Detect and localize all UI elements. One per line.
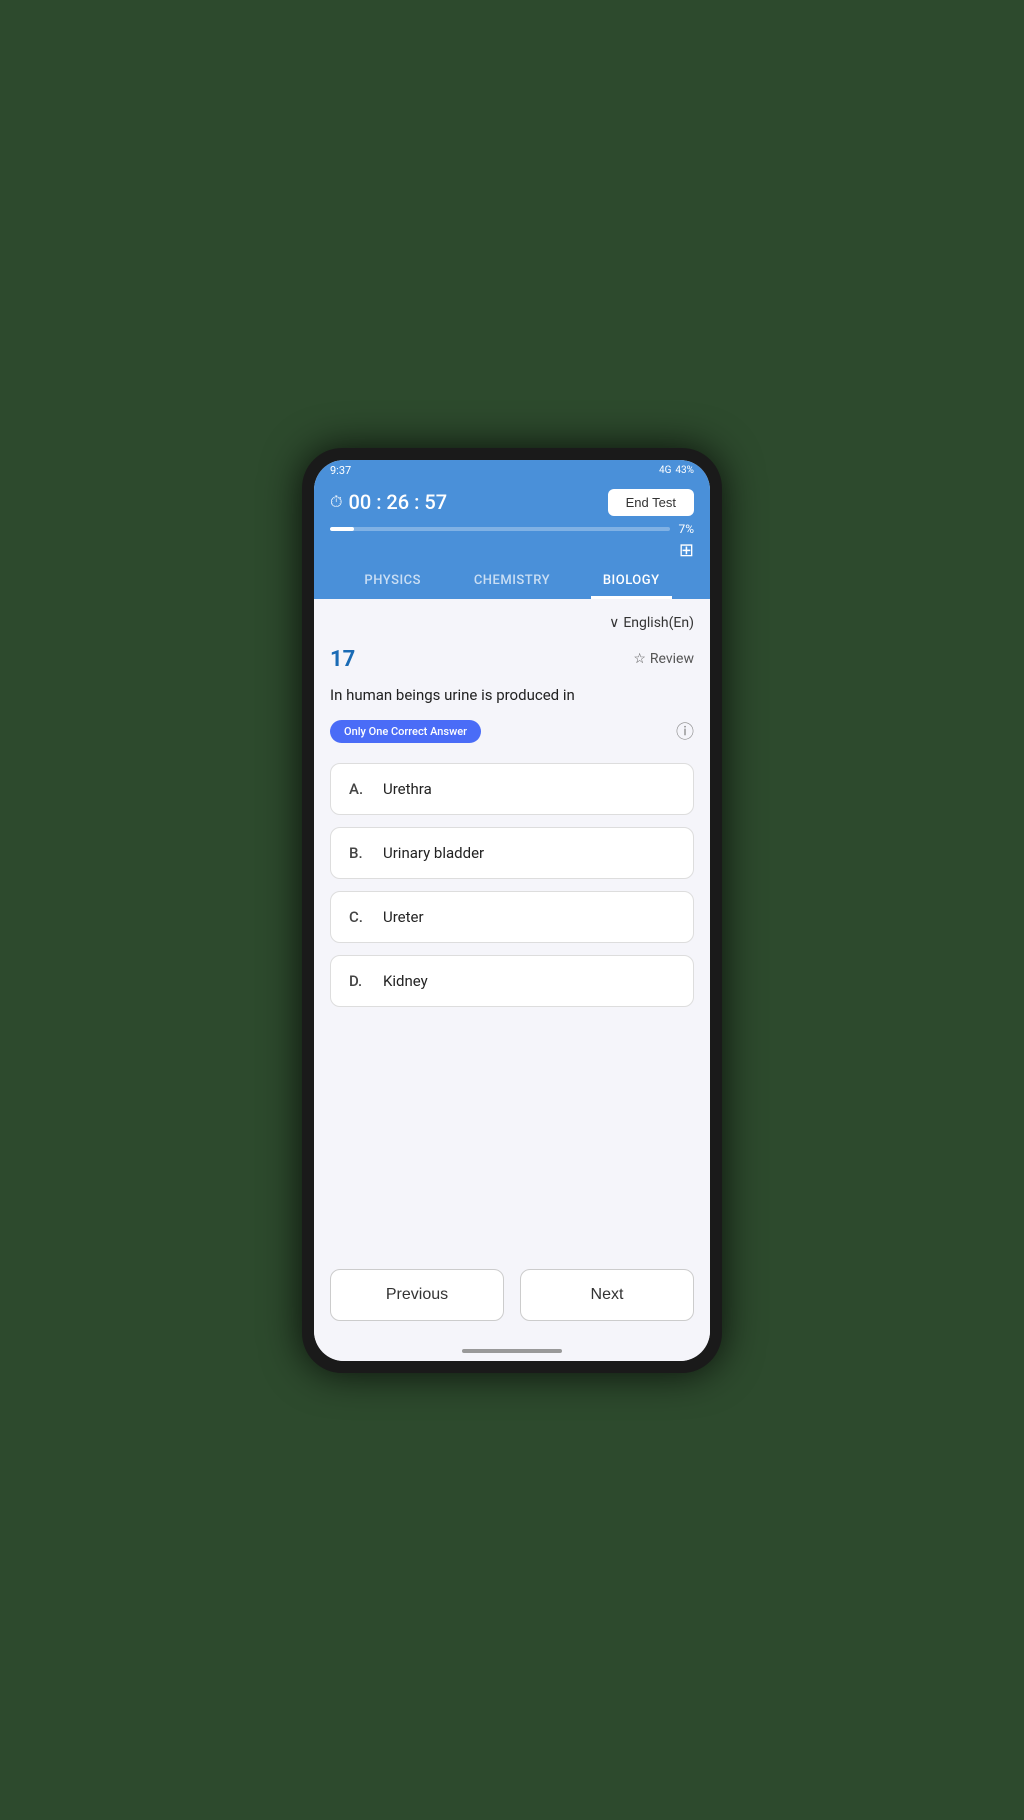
option-d-text: Kidney [383,972,428,990]
progress-percent: 7% [678,522,694,536]
review-label: Review [650,651,694,667]
info-icon[interactable]: ⓘ [676,718,694,744]
tab-physics[interactable]: PHYSICS [352,565,433,599]
option-a[interactable]: A. Urethra [330,763,694,815]
end-test-button[interactable]: End Test [608,489,694,516]
progress-fill [330,527,354,531]
timer-row: ⏱ 00 : 26 : 57 End Test [330,489,694,516]
status-icons: 4G 43% [659,465,694,476]
option-b-text: Urinary bladder [383,844,484,862]
tabs-row: PHYSICS CHEMISTRY BIOLOGY [330,565,694,599]
navigation-buttons: Previous Next [314,1259,710,1341]
grid-icon-row: ⊞ [330,540,694,565]
status-time: 9:37 [330,464,351,477]
grid-icon[interactable]: ⊞ [679,540,694,561]
option-c[interactable]: C. Ureter [330,891,694,943]
answer-type-badge: Only One Correct Answer [330,720,481,743]
options-container: A. Urethra B. Urinary bladder C. Ureter … [330,763,694,1007]
question-header: 17 ☆ Review [330,647,694,672]
option-c-text: Ureter [383,908,424,926]
option-d[interactable]: D. Kidney [330,955,694,1007]
option-a-label: A. [349,780,369,798]
option-c-label: C. [349,908,369,926]
timer-value: 00 : 26 : 57 [348,490,447,514]
language-row: ∨ English(En) [330,615,694,631]
review-button[interactable]: ☆ Review [633,651,694,667]
star-icon: ☆ [633,651,646,667]
home-bar [462,1349,562,1353]
question-text: In human beings urine is produced in [330,684,694,707]
option-d-label: D. [349,972,369,990]
home-indicator [314,1341,710,1361]
timer-icon: ⏱ [330,492,342,512]
previous-button[interactable]: Previous [330,1269,504,1321]
language-selector[interactable]: ∨ English(En) [609,615,694,631]
option-b[interactable]: B. Urinary bladder [330,827,694,879]
next-button[interactable]: Next [520,1269,694,1321]
header: ⏱ 00 : 26 : 57 End Test 7% ⊞ PHYSICS CHE… [314,481,710,599]
option-b-label: B. [349,844,369,862]
content-area: ∨ English(En) 17 ☆ Review In human being… [314,599,710,1259]
tab-chemistry[interactable]: CHEMISTRY [462,565,562,599]
progress-row: 7% [330,522,694,536]
tab-biology[interactable]: BIOLOGY [591,565,672,599]
phone-frame: 9:37 4G 43% ⏱ 00 : 26 : 57 End Test 7% [302,448,722,1373]
status-bar: 9:37 4G 43% [314,460,710,481]
question-number: 17 [330,647,355,672]
chevron-down-icon: ∨ [609,615,619,631]
language-label: English(En) [623,615,694,631]
option-a-text: Urethra [383,780,432,798]
signal-indicator: 4G [659,465,671,476]
phone-screen: 9:37 4G 43% ⏱ 00 : 26 : 57 End Test 7% [314,460,710,1361]
timer-display: ⏱ 00 : 26 : 57 [330,490,447,514]
answer-type-container: Only One Correct Answer ⓘ [330,720,694,763]
progress-bar [330,527,670,531]
battery-indicator: 43% [675,465,694,476]
